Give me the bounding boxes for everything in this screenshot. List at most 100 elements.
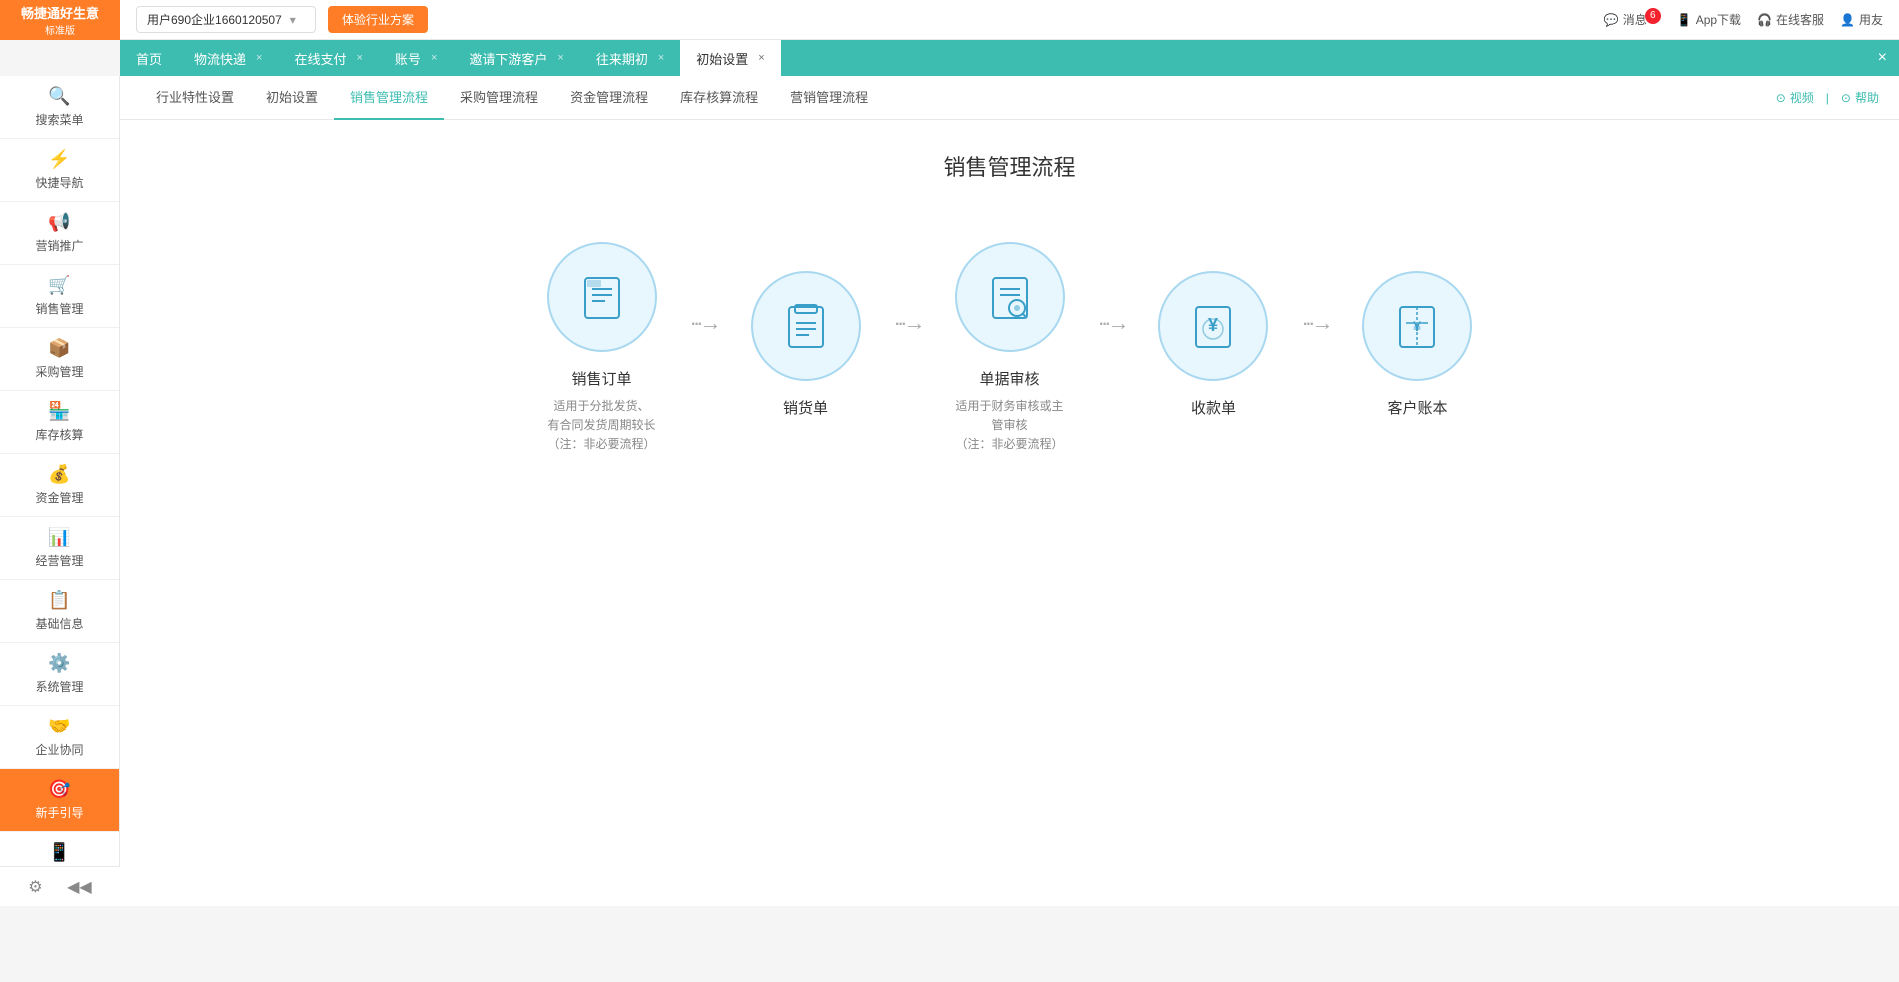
sidebar: 🔍搜索菜单 ⚡ 快捷导航 📢营销推广🛒销售管理📦采购管理 🏪 库存核算 💰 资金管理 📊经营管理… <box>0 76 120 906</box>
tab-close-icon[interactable]: × <box>356 52 362 64</box>
sidebar-bottom: ⚙ ◀◀ <box>0 866 120 906</box>
nav-tab-period[interactable]: 往来期初× <box>580 40 680 76</box>
sub-tab-finance_flow[interactable]: 资金管理流程 <box>554 76 664 120</box>
sub-tab-init[interactable]: 初始设置 <box>250 76 334 120</box>
sidebar-label-search: 搜索菜单 <box>35 111 83 128</box>
sub-tabs-right: ⊙ 视频 | ⊙ 帮助 <box>1776 89 1879 106</box>
flow-arrow-4: ···→ <box>1301 310 1329 386</box>
dropdown-arrow: ▾ <box>290 13 296 27</box>
finance-icon: 💰 <box>48 464 70 485</box>
flow-label-sales_order: 销售订单 <box>572 368 632 389</box>
sidebar-item-operations[interactable]: 📊经营管理 <box>0 517 119 580</box>
headset-icon: 🎧 <box>1757 13 1772 27</box>
sub-tab-sales_flow[interactable]: 销售管理流程 <box>334 76 444 120</box>
messages-item[interactable]: 💬 消息 6 <box>1604 11 1661 28</box>
appcenter-icon: 📱 <box>48 842 70 863</box>
sidebar-label-finance: 资金管理 <box>35 489 83 506</box>
sidebar-item-system[interactable]: ⚙️ 系统管理 <box>0 643 119 706</box>
tab-close-icon[interactable]: × <box>256 52 262 64</box>
help-link[interactable]: ⊙ 帮助 <box>1841 89 1879 106</box>
flow-item-sales_delivery[interactable]: 销货单 <box>726 271 886 426</box>
svg-text:¥: ¥ <box>1414 318 1422 334</box>
operations-icon: 📊 <box>48 527 70 548</box>
page-title: 销售管理流程 <box>160 150 1859 182</box>
nav-tabs: 首页物流快递×在线支付×账号×邀请下游客户×往来期初×初始设置×× <box>120 40 1899 76</box>
flow-label-customer_ledger: 客户账本 <box>1387 397 1447 418</box>
flow-desc-sales_order: 适用于分批发货、 有合同发货周期较长 （注：非必要流程） <box>548 397 656 455</box>
online-service-item[interactable]: 🎧 在线客服 <box>1757 11 1824 28</box>
sidebar-item-newguide[interactable]: 🎯新手引导 <box>0 769 119 832</box>
video-link[interactable]: ⊙ 视频 <box>1776 89 1814 106</box>
sub-tab-marketing_flow[interactable]: 营销管理流程 <box>774 76 884 120</box>
sidebar-label-marketing: 营销推广 <box>35 237 83 254</box>
quicknav-icon: ⚡ <box>48 149 70 170</box>
messages-badge: 6 <box>1645 8 1661 24</box>
online-service-label: 在线客服 <box>1776 11 1824 28</box>
help-icon: ⊙ <box>1841 91 1851 105</box>
logo-title: 畅捷通好生意 <box>21 3 99 22</box>
sidebar-item-baseinfo[interactable]: 📋基础信息 <box>0 580 119 643</box>
nav-tab-payment[interactable]: 在线支付× <box>278 40 378 76</box>
tab-close-icon[interactable]: × <box>658 52 664 64</box>
sidebar-item-purchase[interactable]: 📦采购管理 <box>0 328 119 391</box>
collapse-icon[interactable]: ◀◀ <box>67 877 92 897</box>
video-label: 视频 <box>1790 89 1814 106</box>
close-all-tabs[interactable]: × <box>1866 40 1899 76</box>
flow-circle-customer_ledger: ¥ <box>1362 271 1472 381</box>
sidebar-item-finance[interactable]: 💰 资金管理 <box>0 454 119 517</box>
sidebar-item-marketing[interactable]: 📢营销推广 <box>0 202 119 265</box>
system-icon: ⚙️ <box>48 653 70 674</box>
svg-text:¥: ¥ <box>1208 315 1218 335</box>
video-icon: ⊙ <box>1776 91 1786 105</box>
enterprise-icon: 🤝 <box>48 716 70 737</box>
sidebar-label-purchase: 采购管理 <box>35 363 83 380</box>
sidebar-item-enterprise[interactable]: 🤝 企业协同 <box>0 706 119 769</box>
flow-label-sales_delivery: 销货单 <box>783 397 828 418</box>
flow-item-receipt[interactable]: ¥ 收款单 <box>1133 271 1293 426</box>
logo: 畅捷通好生意 标准版 <box>0 0 120 40</box>
sidebar-label-enterprise: 企业协同 <box>35 741 83 758</box>
sidebar-item-search[interactable]: 🔍搜索菜单 <box>0 76 119 139</box>
top-bar: 畅捷通好生意 标准版 用户690企业1660120507 ▾ 体验行业方案 💬 … <box>0 0 1899 40</box>
flow-desc-doc_audit: 适用于财务审核或主 管审核 （注：非必要流程） <box>955 397 1063 455</box>
app-download-label: App下载 <box>1696 11 1741 28</box>
sidebar-label-quicknav: 快捷导航 <box>35 174 83 191</box>
nav-tab-init[interactable]: 初始设置× <box>680 40 780 76</box>
nav-tab-logistics[interactable]: 物流快递× <box>178 40 278 76</box>
nav-tab-home[interactable]: 首页 <box>120 40 178 76</box>
help-label: 帮助 <box>1855 89 1879 106</box>
user-label: 用户690企业1660120507 <box>147 11 282 28</box>
sub-tab-inventory_flow[interactable]: 库存核算流程 <box>664 76 774 120</box>
newguide-icon: 🎯 <box>48 779 70 800</box>
top-bar-left: 畅捷通好生意 标准版 用户690企业1660120507 ▾ 体验行业方案 <box>0 0 428 40</box>
sidebar-label-system: 系统管理 <box>35 678 83 695</box>
flow-circle-doc_audit <box>955 242 1065 352</box>
nav-tab-account[interactable]: 账号× <box>379 40 453 76</box>
flow-arrow-1: ···→ <box>690 310 718 386</box>
app-download-item[interactable]: 📱 App下载 <box>1677 11 1741 28</box>
tab-close-icon[interactable]: × <box>557 52 563 64</box>
message-icon: 💬 <box>1604 13 1619 27</box>
sidebar-item-inventory[interactable]: 🏪 库存核算 <box>0 391 119 454</box>
sub-tab-industry[interactable]: 行业特性设置 <box>140 76 250 120</box>
flow-circle-receipt: ¥ <box>1158 271 1268 381</box>
flow-item-sales_order[interactable]: 销售订单适用于分批发货、 有合同发货周期较长 （注：非必要流程） <box>522 242 682 455</box>
sidebar-item-quicknav[interactable]: ⚡ 快捷导航 <box>0 139 119 202</box>
trial-button[interactable]: 体验行业方案 <box>328 6 428 33</box>
flow-label-doc_audit: 单据审核 <box>979 368 1039 389</box>
sub-tab-purchase_flow[interactable]: 采购管理流程 <box>444 76 554 120</box>
user-item[interactable]: 👤 用友 <box>1840 11 1883 28</box>
flow-item-customer_ledger[interactable]: ¥ 客户账本 <box>1337 271 1497 426</box>
user-selector[interactable]: 用户690企业1660120507 ▾ <box>136 6 316 33</box>
inventory-icon: 🏪 <box>48 401 70 422</box>
sidebar-label-inventory: 库存核算 <box>35 426 83 443</box>
flow-arrow-3: ···→ <box>1098 310 1126 386</box>
tab-close-icon[interactable]: × <box>431 52 437 64</box>
baseinfo-icon: 📋 <box>48 590 70 611</box>
tab-close-icon[interactable]: × <box>758 52 764 64</box>
flow-item-doc_audit[interactable]: 单据审核适用于财务审核或主 管审核 （注：非必要流程） <box>930 242 1090 455</box>
sidebar-item-sales[interactable]: 🛒销售管理 <box>0 265 119 328</box>
page-body: 销售管理流程 销售订单适用于分批发货、 有合同发货周期较长 （注：非必要流程）·… <box>120 120 1899 485</box>
settings-icon[interactable]: ⚙ <box>28 877 42 897</box>
nav-tab-invite[interactable]: 邀请下游客户× <box>453 40 579 76</box>
